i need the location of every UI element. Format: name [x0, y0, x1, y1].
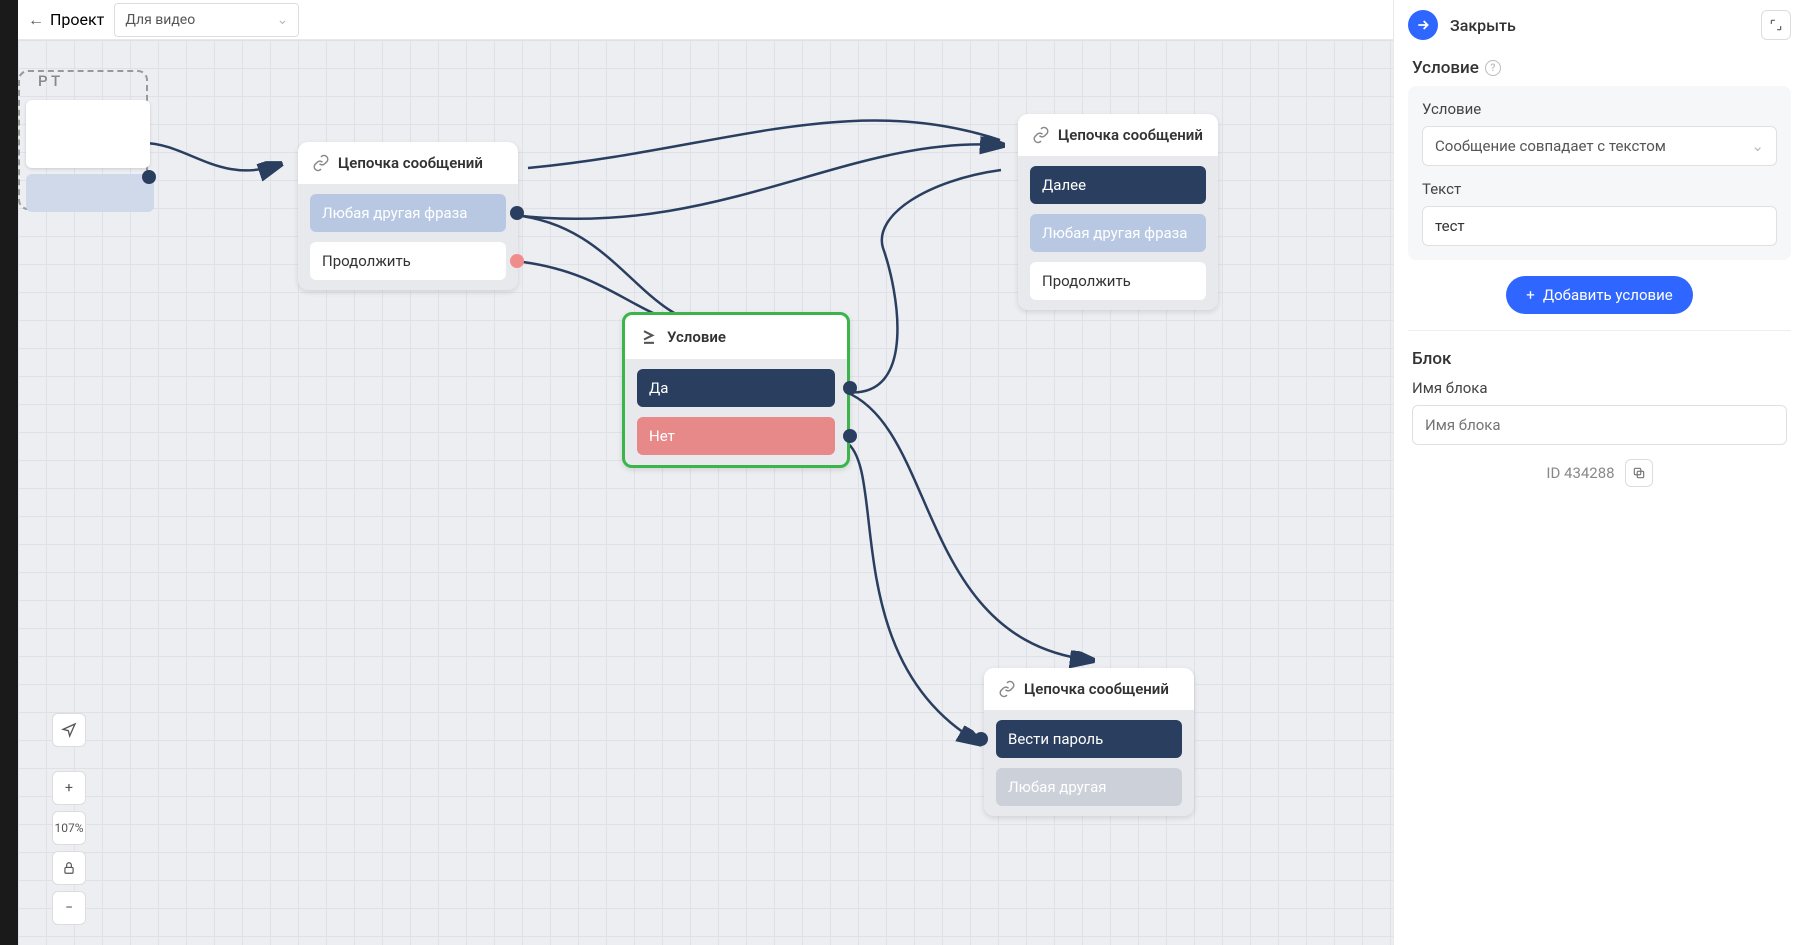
row-next[interactable]: Далее	[1030, 166, 1206, 204]
help-icon[interactable]: ?	[1485, 60, 1501, 76]
side-panel: Закрыть Условие ? Условие Сообщение совп…	[1393, 0, 1805, 945]
divider	[1408, 330, 1791, 331]
ghost-card	[26, 100, 150, 168]
field-label-condition: Условие	[1422, 100, 1777, 118]
chevron-down-icon: ⌄	[277, 12, 289, 28]
row-continue[interactable]: Продолжить	[310, 242, 506, 280]
zoom-out-button[interactable]: −	[52, 891, 86, 925]
node-messages-2[interactable]: Цепочка сообщений Далее Любая другая фра…	[1018, 114, 1218, 310]
condition-card: Условие Сообщение совпадает с текстом ⌄ …	[1408, 86, 1791, 260]
ghost-footer	[26, 174, 154, 212]
arrow-right-icon	[1415, 17, 1431, 33]
panel-close-label[interactable]: Закрыть	[1450, 16, 1516, 35]
project-breadcrumb: Проект	[50, 10, 104, 29]
row-label: Любая другая фраза	[1042, 224, 1187, 242]
chain-icon	[312, 154, 330, 172]
row-any-phrase[interactable]: Любая другая фраза	[310, 194, 506, 232]
row-any-phrase[interactable]: Любая другая фраза	[1030, 214, 1206, 252]
expand-icon	[1769, 18, 1783, 32]
greater-equal-icon	[639, 327, 659, 347]
lock-icon	[62, 861, 76, 875]
ghost-node: Р Т	[18, 70, 148, 210]
back-button[interactable]: ← Проект	[28, 10, 104, 30]
node-header: Цепочка сообщений	[1018, 114, 1218, 156]
node-body: Далее Любая другая фраза Продолжить	[1018, 156, 1218, 310]
project-select-value: Для видео	[125, 12, 195, 28]
row-label: Далее	[1042, 176, 1086, 194]
lock-button[interactable]	[52, 851, 86, 885]
node-body: Любая другая фраза Продолжить	[298, 184, 518, 290]
chain-icon	[1032, 126, 1050, 144]
section-label: Условие	[1412, 58, 1479, 78]
plus-icon: +	[65, 780, 73, 796]
condition-text-input[interactable]	[1422, 206, 1777, 246]
row-yes[interactable]: Да	[637, 369, 835, 407]
panel-type-icon	[1408, 10, 1438, 40]
row-label: Нет	[649, 427, 675, 445]
row-label: Вести пароль	[1008, 730, 1103, 748]
add-condition-label: Добавить условие	[1543, 286, 1673, 304]
chevron-down-icon: ⌄	[1751, 137, 1764, 155]
section-label: Блок	[1412, 349, 1451, 369]
node-header: Условие	[625, 315, 847, 359]
row-password[interactable]: Вести пароль	[996, 720, 1182, 758]
row-label: Да	[649, 379, 668, 397]
port-icon[interactable]	[843, 381, 857, 395]
locate-button[interactable]	[52, 713, 86, 747]
row-label: Продолжить	[322, 252, 411, 270]
copy-id-button[interactable]	[1625, 459, 1653, 487]
node-title: Условие	[667, 328, 726, 346]
field-label-text: Текст	[1422, 180, 1777, 198]
row-no[interactable]: Нет	[637, 417, 835, 455]
plus-icon: +	[1526, 286, 1535, 304]
add-condition-button[interactable]: + Добавить условие	[1506, 276, 1692, 314]
node-messages-1[interactable]: Цепочка сообщений Любая другая фраза Про…	[298, 142, 518, 290]
row-label: Продолжить	[1042, 272, 1131, 290]
zoom-in-button[interactable]: +	[52, 771, 86, 805]
block-name-input[interactable]	[1412, 405, 1787, 445]
arrow-left-icon: ←	[28, 10, 44, 30]
row-label: Любая другая	[1008, 778, 1106, 796]
navigation-icon	[61, 722, 77, 738]
node-header: Цепочка сообщений	[298, 142, 518, 184]
row-any-phrase[interactable]: Любая другая	[996, 768, 1182, 806]
port-icon[interactable]	[510, 254, 524, 268]
node-title: Цепочка сообщений	[1058, 126, 1203, 144]
node-title: Цепочка сообщений	[338, 154, 483, 172]
copy-icon	[1632, 466, 1646, 480]
ghost-label: Р Т	[38, 72, 60, 90]
chain-icon	[998, 680, 1016, 698]
node-header: Цепочка сообщений	[984, 668, 1194, 710]
field-label-block-name: Имя блока	[1412, 379, 1787, 397]
project-select[interactable]: Для видео ⌄	[114, 3, 299, 37]
node-body: Вести пароль Любая другая	[984, 710, 1194, 816]
minus-icon: −	[65, 900, 73, 916]
panel-header: Закрыть	[1394, 0, 1805, 50]
block-id-row: ID 434288	[1412, 459, 1787, 487]
condition-select[interactable]: Сообщение совпадает с текстом ⌄	[1422, 126, 1777, 166]
block-section: Блок Имя блока ID 434288	[1394, 341, 1805, 491]
port-icon[interactable]	[510, 206, 524, 220]
node-messages-3[interactable]: Цепочка сообщений Вести пароль Любая дру…	[984, 668, 1194, 816]
port-icon[interactable]	[142, 170, 156, 184]
node-body: Да Нет	[625, 359, 847, 465]
canvas-controls: + 107% −	[52, 713, 86, 925]
port-icon[interactable]	[843, 429, 857, 443]
port-icon[interactable]	[974, 732, 988, 746]
condition-select-value: Сообщение совпадает с текстом	[1435, 137, 1666, 155]
block-id-text: ID 434288	[1546, 464, 1614, 482]
zoom-level[interactable]: 107%	[52, 811, 86, 845]
node-condition[interactable]: Условие Да Нет	[622, 312, 850, 468]
node-title: Цепочка сообщений	[1024, 680, 1169, 698]
section-title-condition: Условие ?	[1394, 50, 1805, 86]
expand-button[interactable]	[1761, 10, 1791, 40]
app-left-strip	[0, 0, 18, 945]
row-label: Любая другая фраза	[322, 204, 467, 222]
row-continue[interactable]: Продолжить	[1030, 262, 1206, 300]
